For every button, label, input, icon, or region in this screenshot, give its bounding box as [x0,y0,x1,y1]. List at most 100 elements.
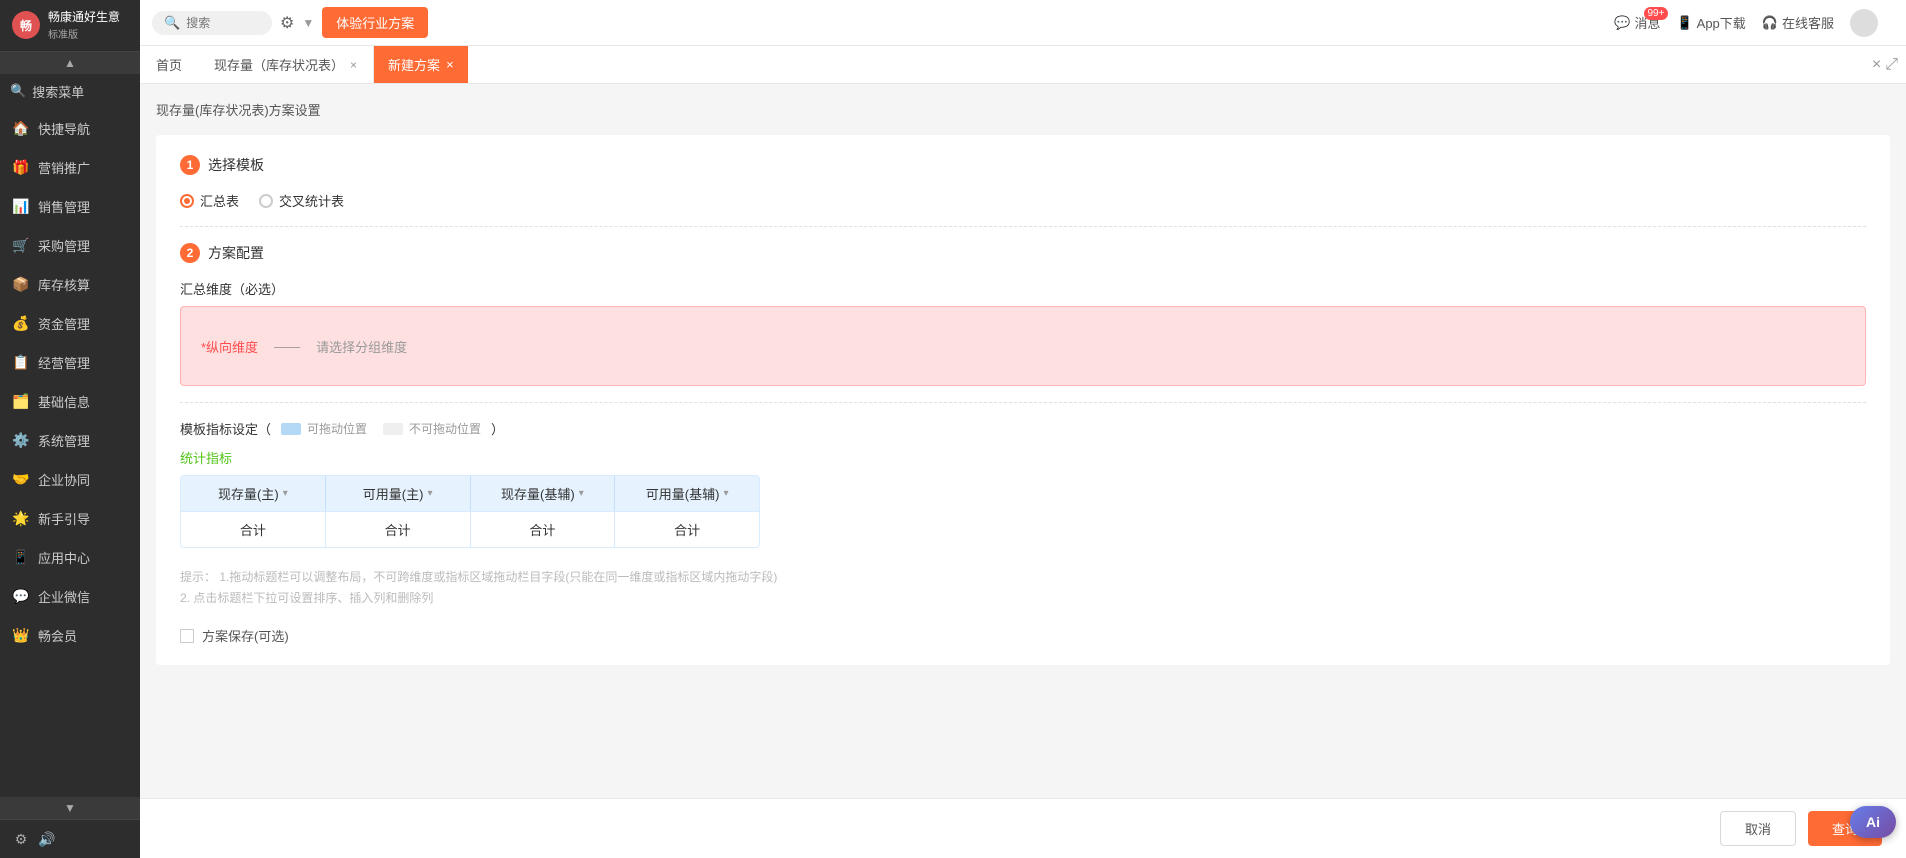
indicator-hint: 可拖动位置 不可拖动位置 [281,420,481,437]
topbar: 🔍 ⚙ ▼ 体验行业方案 💬 消息 99+ 📱 App下载 🎧 在线客服 [140,0,1906,46]
dimension-arrow: —— [274,339,300,354]
stats-col-4[interactable]: 可用量(基辅) ▾ [615,476,759,511]
sidebar-scroll-down[interactable]: ▼ [0,797,140,819]
sidebar-item-base-info[interactable]: 🗂️ 基础信息 [0,382,140,421]
sidebar-item-label: 快捷导航 [38,119,90,138]
tab-collapse-btn[interactable]: × [1872,56,1881,74]
stats-col-3-label: 现存量(基辅) [501,484,575,503]
dimension-box[interactable]: *纵向维度 —— 请选择分组维度 [180,306,1866,386]
topbar-dropdown-icon[interactable]: ▼ [302,16,314,30]
stats-section-label: 统计指标 [180,448,1866,467]
stats-cell-3: 合计 [471,512,616,547]
indicator-title-suffix: ） [491,419,504,438]
sidebar-item-app-center[interactable]: 📱 应用中心 [0,538,140,577]
home-tab-label: 首页 [156,55,182,74]
topbar-left: 🔍 ⚙ ▼ 体验行业方案 [152,7,1606,38]
save-label: 方案保存(可选) [202,626,289,645]
sidebar-item-label: 企业协同 [38,470,90,489]
hint-no-draggable: 不可拖动位置 [383,420,481,437]
topbar-settings-icon[interactable]: ⚙ [280,13,294,33]
tab-inventory-close[interactable]: × [350,58,357,72]
dimension-label: 汇总维度（必选） [180,279,1866,298]
sidebar-item-label: 系统管理 [38,431,90,450]
radio-cross-dot [259,194,273,208]
sidebar-item-label: 基础信息 [38,392,90,411]
app-name: 畅康通好生意 [48,10,120,26]
stats-col-2-chevron: ▾ [427,488,432,499]
tab-home[interactable]: 首页 [140,46,198,83]
trial-btn[interactable]: 体验行业方案 [322,7,428,38]
drag-label: 可拖动位置 [307,420,367,437]
sidebar-item-member[interactable]: 👑 畅会员 [0,616,140,655]
chat-icon: 💬 [12,587,30,605]
tab-new-close[interactable]: × [446,57,454,72]
phone-icon: 📱 [12,548,30,566]
sidebar-item-marketing[interactable]: 🎁 营销推广 [0,148,140,187]
sidebar-item-label: 畅会员 [38,626,77,645]
no-drag-position-indicator [383,423,403,435]
money-icon: 💰 [12,314,30,332]
divider1 [180,226,1866,227]
tab-expand-btn[interactable]: ⤢ [1885,56,1898,74]
clipboard-icon: 📋 [12,353,30,371]
sidebar-scroll-up[interactable]: ▲ [0,52,140,74]
section1-header: 1 选择模板 [180,155,1866,175]
stats-col-3[interactable]: 现存量(基辅) ▾ [471,476,616,511]
ai-float-button[interactable]: Ai [1850,806,1896,838]
sidebar-item-newbie[interactable]: 🌟 新手引导 [0,499,140,538]
sidebar-item-inventory[interactable]: 📦 库存核算 [0,265,140,304]
section2-title: 方案配置 [208,243,264,263]
settings-card: 1 选择模板 汇总表 交叉统计表 2 方案配置 汇总维度（必选） [156,135,1890,665]
sidebar-item-system[interactable]: ⚙️ 系统管理 [0,421,140,460]
section1-number: 1 [180,155,200,175]
sidebar-item-quick-nav[interactable]: 🏠 快捷导航 [0,109,140,148]
sidebar-item-enterprise[interactable]: 🤝 企业协同 [0,460,140,499]
page-title: 现存量(库存状况表)方案设置 [156,100,1890,119]
stats-col-2-label: 可用量(主) [363,484,424,503]
gift-icon: 🎁 [12,158,30,176]
online-service-btn[interactable]: 🎧 在线客服 [1762,13,1834,32]
sidebar-item-operations[interactable]: 📋 经营管理 [0,343,140,382]
tip2: 2. 点击标题栏下拉可设置排序、插入列和删除列 [180,589,1866,606]
sidebar-item-label: 企业微信 [38,587,90,606]
search-icon: 🔍 [10,83,26,99]
main-area: 🔍 ⚙ ▼ 体验行业方案 💬 消息 99+ 📱 App下载 🎧 在线客服 [140,0,1906,858]
sidebar-item-wechat[interactable]: 💬 企业微信 [0,577,140,616]
cancel-button[interactable]: 取消 [1720,811,1796,846]
sidebar-search[interactable]: 🔍 搜索菜单 [0,74,140,109]
save-checkbox[interactable] [180,629,194,643]
message-badge: 99+ [1644,7,1669,20]
sidebar-logo: 畅 畅康通好生意 标准版 [0,0,140,52]
tabs-bar: 首页 现存量（库存状况表） × 新建方案 × × ⤢ [140,46,1906,84]
stats-col-1[interactable]: 现存量(主) ▾ [181,476,326,511]
message-icon: 💬 [1614,15,1630,31]
sound-footer-icon[interactable]: 🔊 [38,830,56,848]
message-btn[interactable]: 💬 消息 99+ [1614,13,1660,32]
sidebar-item-label: 经营管理 [38,353,90,372]
topbar-search-box[interactable]: 🔍 [152,11,272,35]
sidebar-item-finance[interactable]: 💰 资金管理 [0,304,140,343]
tab-new-label: 新建方案 [388,55,440,74]
crown-icon: 👑 [12,626,30,644]
tab-new-plan[interactable]: 新建方案 × [374,46,468,83]
sidebar-item-purchase[interactable]: 🛒 采购管理 [0,226,140,265]
stats-col-2[interactable]: 可用量(主) ▾ [326,476,471,511]
radio-summary[interactable]: 汇总表 [180,191,239,210]
search-input[interactable] [186,16,266,30]
footer-bar: 取消 查询 [140,798,1906,858]
ai-label: Ai [1866,814,1880,830]
avatar[interactable] [1850,9,1878,37]
radio-cross[interactable]: 交叉统计表 [259,191,344,210]
content-area: 现存量(库存状况表)方案设置 1 选择模板 汇总表 交叉统计表 2 [140,84,1906,798]
sidebar-item-sales[interactable]: 📊 销售管理 [0,187,140,226]
settings-footer-icon[interactable]: ⚙ [12,830,30,848]
tab-inventory[interactable]: 现存量（库存状况表） × [198,46,374,83]
tips-section: 提示： 1.拖动标题栏可以调整布局，不可跨维度或指标区域拖动栏目字段(只能在同一… [180,568,1866,606]
cart-icon: 🛒 [12,236,30,254]
app-download-btn[interactable]: 📱 App下载 [1676,13,1745,32]
stats-col-3-chevron: ▾ [579,488,584,499]
app-logo-icon: 畅 [12,11,40,39]
sidebar-item-label: 新手引导 [38,509,90,528]
box-icon: 📦 [12,275,30,293]
stats-col-4-label: 可用量(基辅) [646,484,720,503]
